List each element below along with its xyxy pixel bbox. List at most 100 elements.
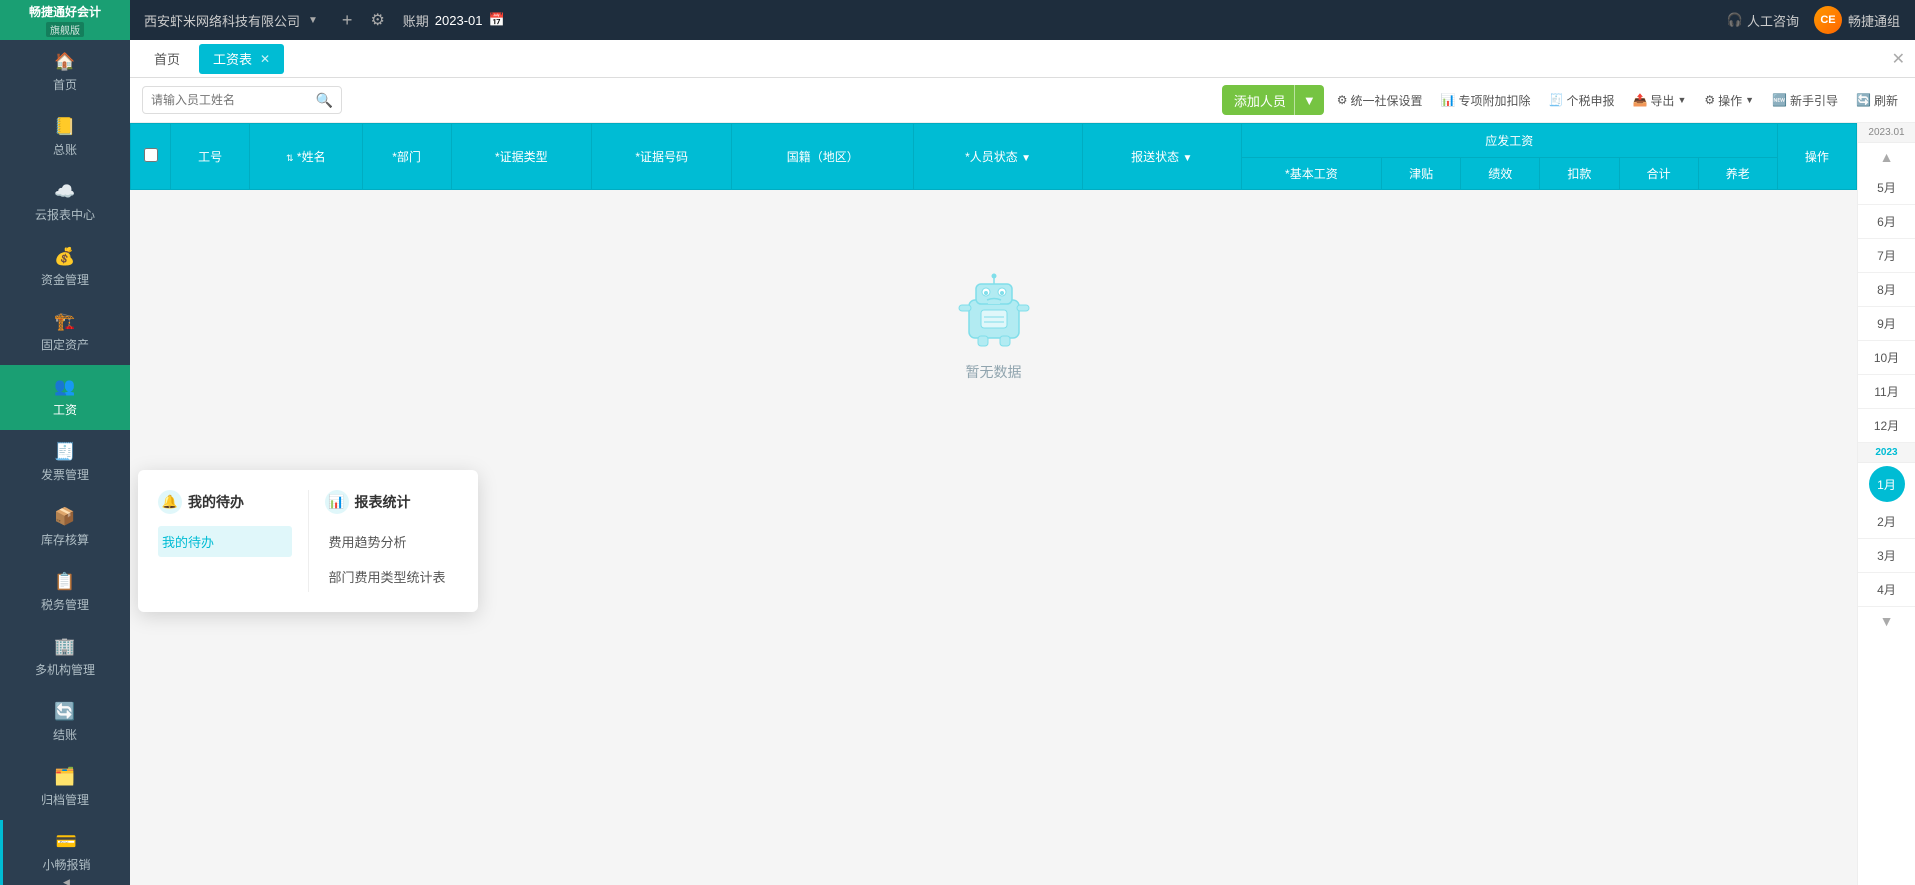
popup-report-item-2[interactable]: 部门费用类型统计表 (325, 561, 459, 592)
col-checkbox (131, 124, 171, 190)
month-item-feb[interactable]: 2月 (1858, 505, 1915, 539)
col-dept: *部门 (362, 124, 451, 190)
expense-icon: 💳 (56, 832, 77, 852)
special-deduction-icon: 📊 (1441, 93, 1456, 107)
company-selector[interactable]: 西安虾米网络科技有限公司 ▼ (130, 0, 332, 40)
personal-tax-icon: 🧾 (1549, 93, 1564, 107)
month-item-nov[interactable]: 11月 (1858, 375, 1915, 409)
home-tab-label: 首页 (154, 49, 180, 68)
logo-text: 畅捷通好会计 (29, 3, 101, 20)
col-allowance: 津贴 (1382, 158, 1461, 190)
refresh-btn[interactable]: 🔄 刷新 (1851, 92, 1903, 109)
tab-close-icon[interactable]: ✕ (260, 52, 270, 66)
operations-btn[interactable]: ⚙ 操作 ▼ (1699, 92, 1759, 109)
month-item-aug[interactable]: 8月 (1858, 273, 1915, 307)
sidebar-item-cloud-report[interactable]: ☁️ 云报表中心 (0, 170, 130, 235)
col-id-type: *证据类型 (451, 124, 591, 190)
month-item-jul[interactable]: 7月 (1858, 239, 1915, 273)
col-person-status: *人员状态 ▼ (914, 124, 1083, 190)
month-item-jan-active[interactable]: 1月 (1869, 466, 1905, 502)
operations-label: 操作 (1718, 92, 1742, 109)
tax-icon: 📋 (54, 572, 75, 592)
social-insurance-btn[interactable]: ⚙ 统一社保设置 (1332, 92, 1428, 109)
month-item-may[interactable]: 5月 (1858, 171, 1915, 205)
no-data-icon (954, 270, 1034, 350)
fixed-assets-icon: 🏗️ (54, 312, 75, 332)
month-panel: 2023.01 ▲ 5月 6月 7月 8月 9月 10月 11月 12月 202… (1857, 123, 1915, 885)
col-bonus: 绩效 (1461, 158, 1540, 190)
special-deduction-btn[interactable]: 📊 专项附加扣除 (1436, 92, 1536, 109)
month-item-dec[interactable]: 12月 (1858, 409, 1915, 443)
popup-todo-item[interactable]: 我的待办 (158, 526, 292, 557)
refresh-label: 刷新 (1874, 92, 1898, 109)
period-label: 账期 (403, 11, 429, 30)
ledger-icon: 📒 (54, 117, 75, 137)
sidebar-item-invoice[interactable]: 🧾 发票管理 (0, 430, 130, 495)
export-label: 导出 (1650, 92, 1674, 109)
sidebar-item-checkout[interactable]: 🔄 结账 (0, 690, 130, 755)
nav-down-arrow[interactable]: ▼ (1858, 607, 1915, 635)
operations-dropdown-icon: ▼ (1745, 95, 1754, 105)
tab-home[interactable]: 首页 (140, 44, 194, 74)
month-item-jun[interactable]: 6月 (1858, 205, 1915, 239)
user-area[interactable]: CE 畅捷通组 (1814, 6, 1900, 34)
select-all-checkbox[interactable] (144, 148, 158, 162)
add-company-btn[interactable]: + (332, 0, 363, 40)
chevron-down-icon[interactable]: ▼ (308, 15, 318, 26)
popup-section-report-title: 📊 报表统计 (325, 490, 459, 514)
period-info: 账期 2023-01 📅 (393, 0, 515, 40)
search-input[interactable] (151, 93, 311, 107)
headset-icon: 🎧 (1727, 12, 1743, 28)
inventory-icon: 📦 (54, 507, 75, 527)
month-item-oct[interactable]: 10月 (1858, 341, 1915, 375)
sidebar: 🏠 首页 📒 总账 ☁️ 云报表中心 💰 资金管理 🏗️ 固定资产 👥 工 (0, 40, 130, 885)
toolbar: 🔍 添加人员 ▼ ⚙ 统一社保设置 📊 专项附加扣除 (130, 78, 1915, 123)
funds-icon: 💰 (54, 247, 75, 267)
month-item-sep[interactable]: 9月 (1858, 307, 1915, 341)
payroll-icon: 👥 (54, 377, 75, 397)
col-name: ⇅ *姓名 (250, 124, 362, 190)
sidebar-item-expense[interactable]: 💳 小畅报销 ◀ (0, 820, 130, 885)
popup-divider (308, 490, 309, 592)
sidebar-item-multi-org[interactable]: 🏢 多机构管理 (0, 625, 130, 690)
col-base-salary: *基本工资 (1241, 158, 1381, 190)
special-deduction-label: 专项附加扣除 (1458, 92, 1530, 109)
add-dropdown-divider: ▼ (1294, 85, 1324, 115)
window-close-btn[interactable]: ✕ (1892, 49, 1905, 69)
nav-up-arrow[interactable]: ▲ (1858, 143, 1915, 171)
sidebar-item-ledger[interactable]: 📒 总账 (0, 105, 130, 170)
personal-tax-btn[interactable]: 🧾 个税申报 (1544, 92, 1620, 109)
todo-section-icon: 🔔 (158, 490, 182, 514)
tab-bar: 首页 工资表 ✕ ✕ (130, 40, 1915, 78)
multi-org-icon: 🏢 (54, 637, 75, 657)
sidebar-item-payroll[interactable]: 👥 工资 (0, 365, 130, 430)
report-section-icon: 📊 (325, 490, 349, 514)
support-btn[interactable]: 🎧 人工咨询 (1727, 11, 1799, 30)
sidebar-item-funds[interactable]: 💰 资金管理 (0, 235, 130, 300)
calendar-icon[interactable]: 📅 (489, 12, 505, 28)
archive-icon: 🗂️ (54, 767, 75, 787)
search-box[interactable]: 🔍 (142, 86, 342, 114)
month-item-apr[interactable]: 4月 (1858, 573, 1915, 607)
filter-icon[interactable]: ▼ (1021, 153, 1031, 164)
tab-payroll-table[interactable]: 工资表 ✕ (199, 44, 284, 74)
new-guide-btn[interactable]: 🆕 新手引导 (1767, 92, 1843, 109)
month-item-mar[interactable]: 3月 (1858, 539, 1915, 573)
sidebar-item-home[interactable]: 🏠 首页 (0, 40, 130, 105)
invoice-icon: 🧾 (54, 442, 75, 462)
add-person-btn[interactable]: 添加人员 ▼ (1222, 85, 1324, 115)
sidebar-item-inventory[interactable]: 📦 库存核算 (0, 495, 130, 560)
payroll-tab-label: 工资表 (213, 49, 252, 68)
no-data-cell: 暂无数据 (131, 190, 1857, 463)
report-filter-icon[interactable]: ▼ (1183, 153, 1193, 164)
sidebar-item-tax[interactable]: 📋 税务管理 (0, 560, 130, 625)
search-icon[interactable]: 🔍 (316, 92, 333, 109)
avatar: CE (1814, 6, 1842, 34)
export-btn[interactable]: 📤 导出 ▼ (1627, 92, 1691, 109)
col-emp-no: 工号 (171, 124, 250, 190)
sidebar-item-archive[interactable]: 🗂️ 归档管理 (0, 755, 130, 820)
settings-icon[interactable]: ⚙ (362, 0, 392, 40)
popup-report-item-1[interactable]: 费用趋势分析 (325, 526, 459, 557)
sidebar-item-fixed-assets[interactable]: 🏗️ 固定资产 (0, 300, 130, 365)
col-report-status: 报送状态 ▼ (1082, 124, 1241, 190)
